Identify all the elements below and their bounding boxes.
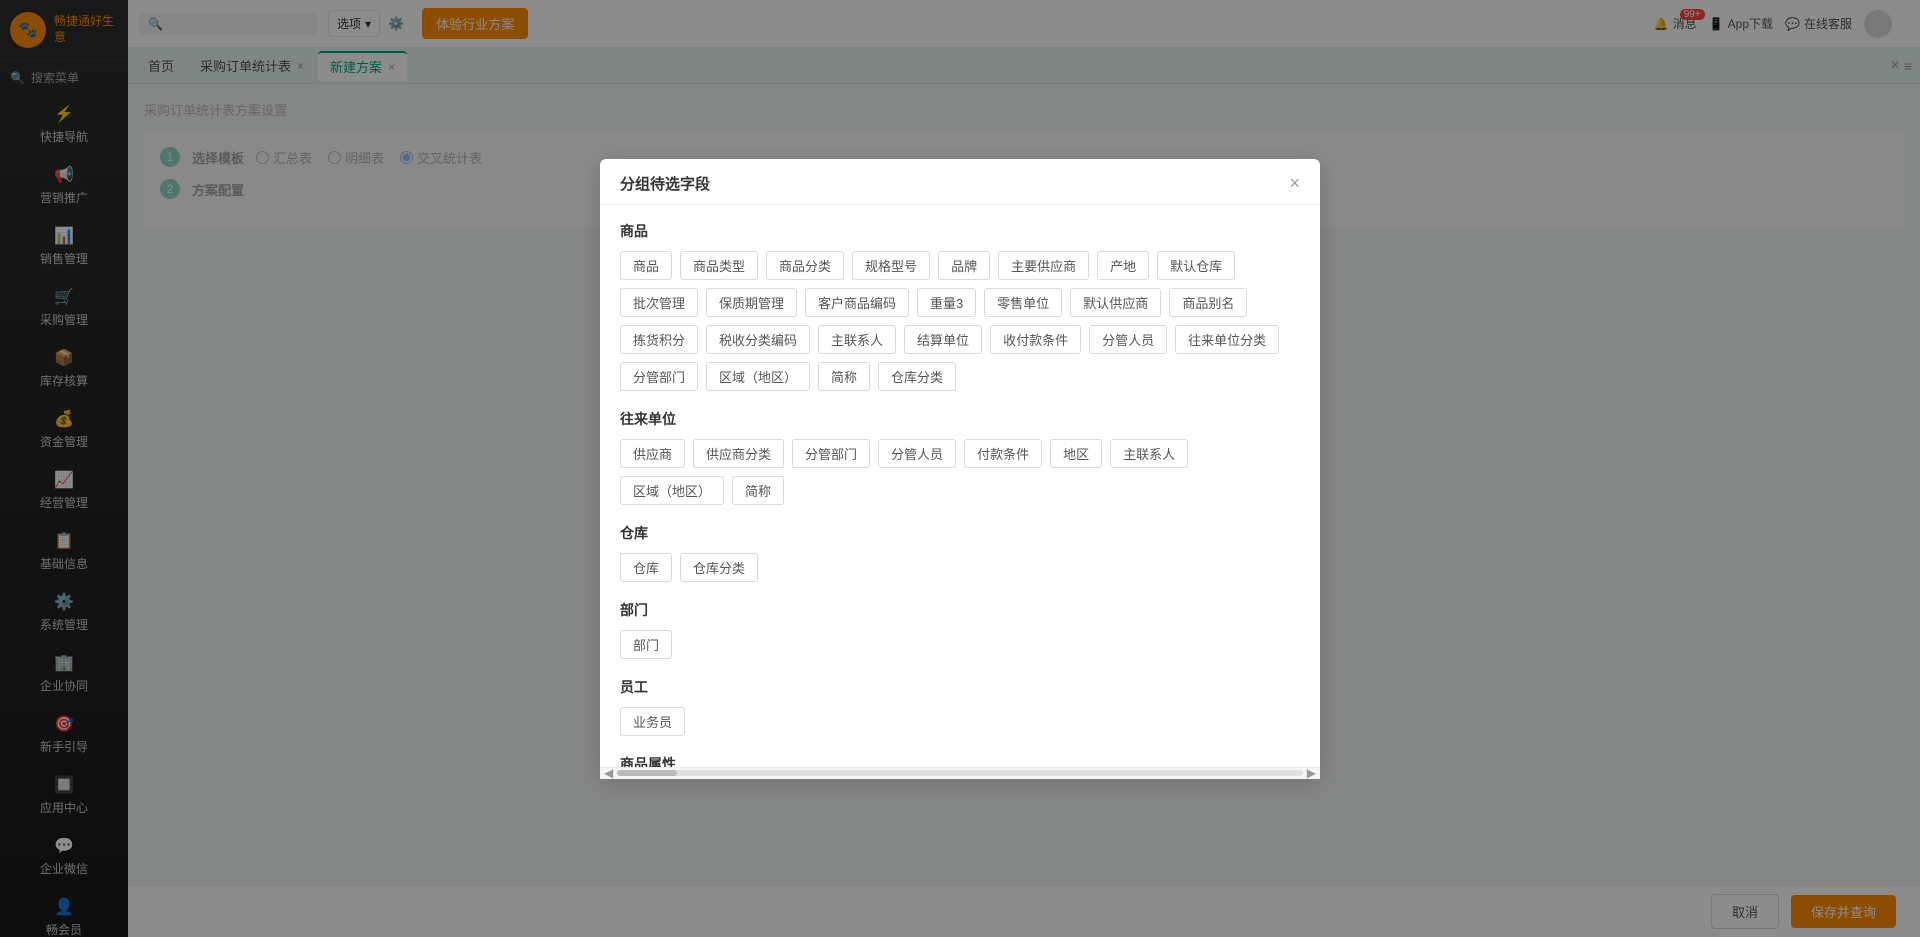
field-tag-商品类型[interactable]: 商品类型 <box>680 251 758 280</box>
field-tag-主联系人[interactable]: 主联系人 <box>818 325 896 354</box>
field-tag-分管部门[interactable]: 分管部门 <box>792 439 870 468</box>
field-tag-默认供应商[interactable]: 默认供应商 <box>1070 288 1161 317</box>
field-tag-付款条件[interactable]: 付款条件 <box>964 439 1042 468</box>
field-tag-简称[interactable]: 简称 <box>732 476 784 505</box>
field-section-title-department: 部门 <box>620 600 1300 620</box>
field-tag-部门[interactable]: 部门 <box>620 630 672 659</box>
field-section-product-attr: 商品属性属性颜色多规格尺码鞋码1 <box>620 754 1300 767</box>
field-tag-拣货积分[interactable]: 拣货积分 <box>620 325 698 354</box>
field-section-title-counterpart: 往来单位 <box>620 409 1300 429</box>
field-tags-department: 部门 <box>620 630 1300 659</box>
modal-scroll-bar: ◀ ▶ <box>600 767 1320 779</box>
field-tag-仓库分类[interactable]: 仓库分类 <box>680 553 758 582</box>
field-tag-分管人员[interactable]: 分管人员 <box>878 439 956 468</box>
modal-overlay: 分组待选字段 × 商品商品商品类型商品分类规格型号品牌主要供应商产地默认仓库批次… <box>0 0 1920 937</box>
field-tag-主要供应商[interactable]: 主要供应商 <box>998 251 1089 280</box>
field-tag-商品别名[interactable]: 商品别名 <box>1169 288 1247 317</box>
field-tag-重量3[interactable]: 重量3 <box>917 288 976 317</box>
field-tags-product: 商品商品类型商品分类规格型号品牌主要供应商产地默认仓库批次管理保质期管理客户商品… <box>620 251 1300 391</box>
field-tag-供应商[interactable]: 供应商 <box>620 439 685 468</box>
modal-close-button[interactable]: × <box>1289 173 1300 194</box>
field-tag-规格型号[interactable]: 规格型号 <box>852 251 930 280</box>
field-section-product: 商品商品商品类型商品分类规格型号品牌主要供应商产地默认仓库批次管理保质期管理客户… <box>620 221 1300 391</box>
scroll-thumb <box>617 770 677 776</box>
field-tags-warehouse: 仓库仓库分类 <box>620 553 1300 582</box>
field-tag-零售单位[interactable]: 零售单位 <box>984 288 1062 317</box>
field-tag-默认仓库[interactable]: 默认仓库 <box>1157 251 1235 280</box>
field-section-warehouse: 仓库仓库仓库分类 <box>620 523 1300 582</box>
field-tag-分管人员[interactable]: 分管人员 <box>1089 325 1167 354</box>
field-tag-区域（地区）[interactable]: 区域（地区） <box>706 362 810 391</box>
field-tag-批次管理[interactable]: 批次管理 <box>620 288 698 317</box>
field-section-title-warehouse: 仓库 <box>620 523 1300 543</box>
field-section-counterpart: 往来单位供应商供应商分类分管部门分管人员付款条件地区主联系人区域（地区） 简称 <box>620 409 1300 505</box>
field-tag-仓库[interactable]: 仓库 <box>620 553 672 582</box>
field-tags-counterpart: 供应商供应商分类分管部门分管人员付款条件地区主联系人区域（地区） 简称 <box>620 439 1300 505</box>
field-tag-商品分类[interactable]: 商品分类 <box>766 251 844 280</box>
field-tag-主联系人[interactable]: 主联系人 <box>1110 439 1188 468</box>
scroll-right-arrow[interactable]: ▶ <box>1307 766 1316 780</box>
field-tag-分管部门[interactable]: 分管部门 <box>620 362 698 391</box>
field-tag-仓库分类[interactable]: 仓库分类 <box>878 362 956 391</box>
field-tag-业务员[interactable]: 业务员 <box>620 707 685 736</box>
field-tag-产地[interactable]: 产地 <box>1097 251 1149 280</box>
field-tag-简称[interactable]: 简称 <box>818 362 870 391</box>
field-tag-客户商品编码[interactable]: 客户商品编码 <box>805 288 909 317</box>
field-tag-保质期管理[interactable]: 保质期管理 <box>706 288 797 317</box>
modal-title: 分组待选字段 <box>620 173 710 194</box>
modal-body: 商品商品商品类型商品分类规格型号品牌主要供应商产地默认仓库批次管理保质期管理客户… <box>600 205 1320 767</box>
field-tag-往来单位分类[interactable]: 往来单位分类 <box>1175 325 1279 354</box>
field-tag-供应商分类[interactable]: 供应商分类 <box>693 439 784 468</box>
field-section-title-product-attr: 商品属性 <box>620 754 1300 767</box>
modal-header: 分组待选字段 × <box>600 159 1320 205</box>
field-tag-税收分类编码[interactable]: 税收分类编码 <box>706 325 810 354</box>
field-section-title-product: 商品 <box>620 221 1300 241</box>
scroll-left-arrow[interactable]: ◀ <box>604 766 613 780</box>
field-section-employee: 员工业务员 <box>620 677 1300 736</box>
field-tags-employee: 业务员 <box>620 707 1300 736</box>
field-tag-结算单位[interactable]: 结算单位 <box>904 325 982 354</box>
field-section-department: 部门部门 <box>620 600 1300 659</box>
scroll-track <box>617 770 1303 776</box>
modal: 分组待选字段 × 商品商品商品类型商品分类规格型号品牌主要供应商产地默认仓库批次… <box>600 159 1320 779</box>
field-section-title-employee: 员工 <box>620 677 1300 697</box>
field-tag-区域（地区）[interactable]: 区域（地区） <box>620 476 724 505</box>
field-tag-收付款条件[interactable]: 收付款条件 <box>990 325 1081 354</box>
field-tag-商品[interactable]: 商品 <box>620 251 672 280</box>
field-tag-品牌[interactable]: 品牌 <box>938 251 990 280</box>
field-tag-地区[interactable]: 地区 <box>1050 439 1102 468</box>
